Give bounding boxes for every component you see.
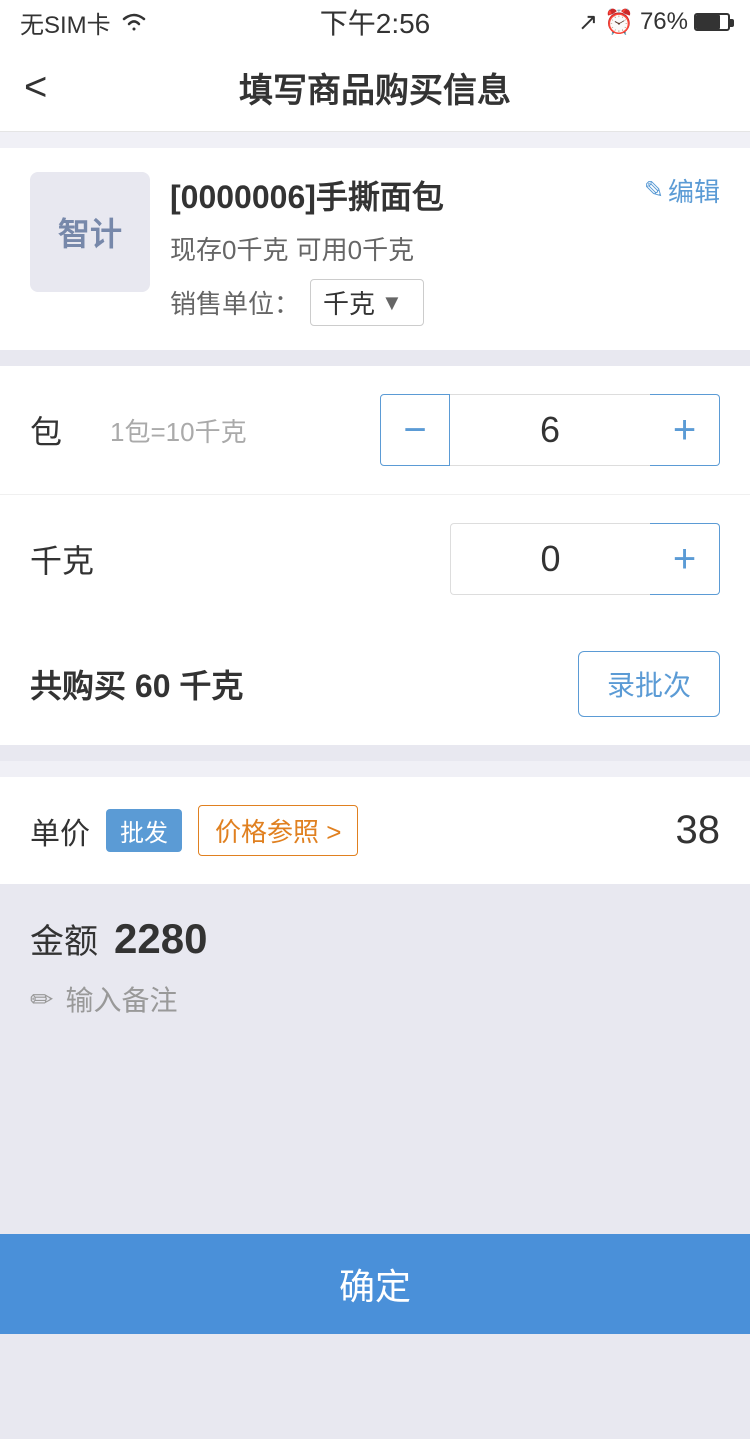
price-type-tag: 批发 [106,809,182,852]
price-value: 38 [676,808,721,853]
battery-icon [694,13,730,31]
status-bar-time: 下午2:56 [320,2,431,42]
kg-controls: + [450,523,720,595]
location-icon: ↗ [578,8,598,37]
section-divider-2 [0,745,750,761]
page-title: 填写商品购买信息 [239,63,511,112]
batch-button[interactable]: 录批次 [578,651,720,717]
amount-row: 金额 2280 [30,914,720,963]
amount-label: 金额 [30,914,98,963]
kg-quantity-input[interactable] [450,523,650,595]
remark-placeholder: 输入备注 [65,979,177,1019]
package-input-row: 包 1包=10千克 − + [0,366,750,495]
total-text: 共购买 60 千克 [30,661,243,707]
status-bar-left: 无SIM卡 [20,5,149,40]
total-unit: 千克 [179,668,243,704]
product-info: [0000006]手撕面包 现存0千克 可用0千克 销售单位： 千克 ▼ [170,172,720,326]
unit-label: 销售单位： [170,284,300,321]
package-decrement-button[interactable]: − [380,394,450,466]
edit-button[interactable]: ✎ 编辑 [644,172,720,209]
kg-input-row: 千克 + [0,495,750,623]
kg-increment-button[interactable]: + [650,523,720,595]
product-thumb-text: 智计 [58,209,122,255]
alarm-icon: ⏰ [604,8,634,37]
unit-value: 千克 [323,284,375,321]
battery-percent: 76% [640,8,688,36]
wifi-icon [119,11,149,33]
amount-section: 金额 2280 ✏ 输入备注 [0,884,750,1039]
package-label: 包 [30,407,90,453]
total-row: 共购买 60 千克 录批次 [0,623,750,745]
price-section: 单价 批发 价格参照 > 38 [0,777,750,884]
product-thumbnail: 智计 [30,172,150,292]
package-quantity-input[interactable] [450,394,650,466]
price-label: 单价 [30,809,90,853]
product-card: 智计 [0000006]手撕面包 现存0千克 可用0千克 销售单位： 千克 ▼ … [0,148,750,350]
input-section: 包 1包=10千克 − + 千克 + [0,366,750,623]
status-bar: 无SIM卡 下午2:56 ↗ ⏰ 76% [0,0,750,44]
total-prefix: 共购买 [30,668,126,704]
carrier-text: 无SIM卡 [20,5,111,40]
package-hint: 1包=10千克 [110,412,360,449]
product-name: [0000006]手撕面包 [170,172,720,218]
nav-bar: < 填写商品购买信息 [0,44,750,132]
confirm-button[interactable]: 确定 [0,1234,750,1334]
edit-icon: ✎ [644,176,664,205]
total-quantity: 60 [135,668,171,704]
product-stock: 现存0千克 可用0千克 [170,230,720,267]
package-controls: − + [380,394,720,466]
chevron-down-icon: ▼ [381,290,403,316]
unit-select[interactable]: 千克 ▼ [310,279,424,326]
package-increment-button[interactable]: + [650,394,720,466]
product-unit-row: 销售单位： 千克 ▼ [170,279,720,326]
kg-label: 千克 [30,536,94,582]
confirm-button-label: 确定 [339,1258,411,1310]
price-reference-button[interactable]: 价格参照 > [198,805,358,856]
status-bar-right: ↗ ⏰ 76% [578,8,730,37]
pencil-icon: ✏ [30,983,53,1016]
price-row: 单价 批发 价格参照 > 38 [0,777,750,884]
section-divider-1 [0,350,750,366]
remark-row[interactable]: ✏ 输入备注 [30,979,720,1019]
back-button[interactable]: < [24,65,47,110]
edit-label: 编辑 [668,172,720,209]
amount-value: 2280 [114,915,207,963]
